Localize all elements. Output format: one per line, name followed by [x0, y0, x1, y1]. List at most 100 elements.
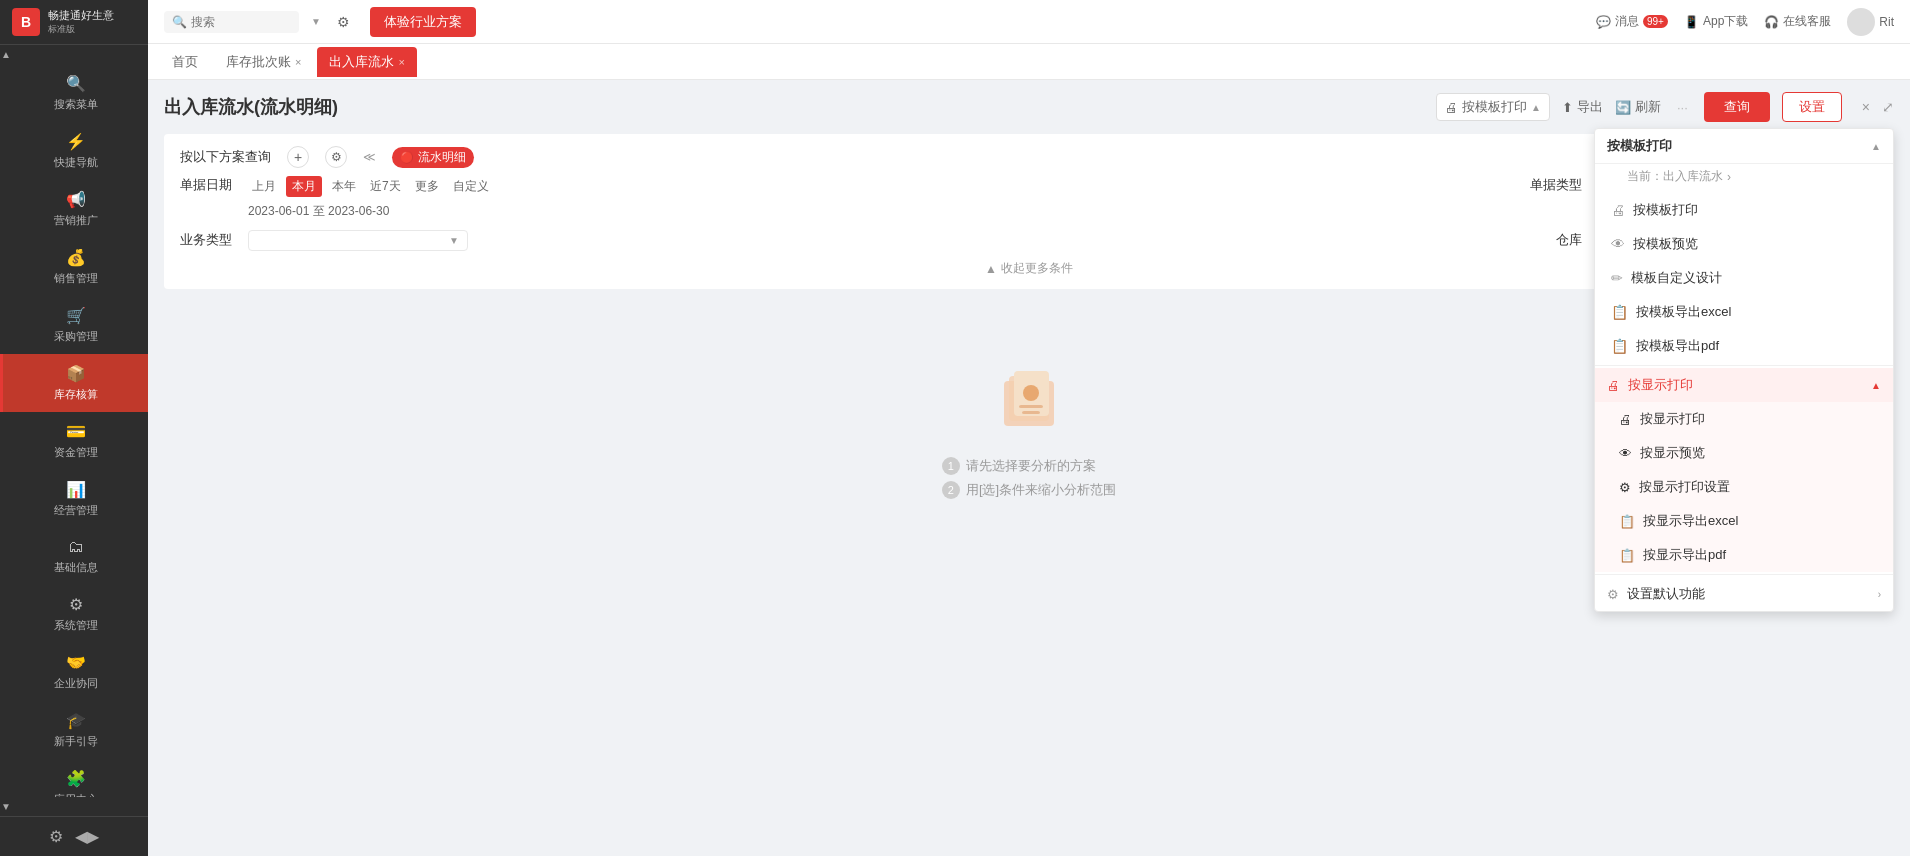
shortcut-icon: ⚡ [66, 132, 86, 151]
date-option-本年[interactable]: 本年 [328, 176, 360, 197]
refresh-icon: 🔄 [1615, 100, 1631, 115]
display-print-label: 🖨 按显示打印 [1607, 376, 1693, 394]
expand-page-icon[interactable]: ⤢ [1882, 99, 1894, 115]
filter-collapse-icon[interactable]: ≪ [363, 150, 376, 164]
item-icon: ✏ [1611, 270, 1623, 286]
biz-type-select[interactable]: ▼ [248, 230, 468, 251]
topbar-search-box[interactable]: 🔍 [164, 11, 299, 33]
tab-库存批次账[interactable]: 库存批次账× [214, 47, 313, 77]
search-dropdown-icon[interactable]: ▼ [311, 16, 321, 27]
collapse-sidebar-icon[interactable]: ◀▶ [75, 827, 99, 846]
item-icon: 📋 [1611, 338, 1628, 354]
display-item-按显示打印设置[interactable]: ⚙按显示打印设置 [1595, 470, 1893, 504]
set-default-footer[interactable]: ⚙ 设置默认功能 › [1595, 577, 1893, 611]
display-item-按显示预览[interactable]: 👁按显示预览 [1595, 436, 1893, 470]
refresh-button[interactable]: 🔄 刷新 [1615, 98, 1661, 116]
dropdown-item-按模板预览[interactable]: 👁按模板预览 [1595, 227, 1893, 261]
item-icon: 👁 [1611, 236, 1625, 252]
current-arrow-icon[interactable]: › [1727, 170, 1731, 184]
settings-button[interactable]: 设置 [1782, 92, 1842, 122]
industry-solution-button[interactable]: 体验行业方案 [370, 7, 476, 37]
sidebar-item-finance[interactable]: 💳资金管理 [0, 412, 148, 470]
sidebar-item-marketing[interactable]: 📢营销推广 [0, 180, 148, 238]
sidebar-menu: 🔍搜索菜单⚡快捷导航📢营销推广💰销售管理🛒采购管理📦库存核算💳资金管理📊经营管理… [0, 64, 148, 797]
print-template-button[interactable]: 🖨 按模板打印 ▲ [1436, 93, 1550, 121]
query-button[interactable]: 查询 [1704, 92, 1770, 122]
filter-tag-icon: 🔴 [400, 151, 414, 164]
sidebar-item-inventory[interactable]: 📦库存核算 [0, 354, 148, 412]
more-actions-icon[interactable]: ··· [1677, 100, 1688, 115]
filter-gear-button[interactable]: ⚙ [325, 146, 347, 168]
svg-rect-4 [1019, 405, 1043, 408]
display-item-按显示导出excel[interactable]: 📋按显示导出excel [1595, 504, 1893, 538]
display-print-icon: 🖨 [1607, 378, 1620, 393]
online-service-action[interactable]: 🎧 在线客服 [1764, 13, 1831, 30]
dropdown-item-按模板导出excel[interactable]: 📋按模板导出excel [1595, 295, 1893, 329]
biz-type-arrow-icon: ▼ [449, 235, 459, 246]
display-item-按显示打印[interactable]: 🖨按显示打印 [1595, 402, 1893, 436]
settings-icon[interactable]: ⚙ [49, 827, 63, 846]
print-dropdown-panel: 按模板打印 ▲ 当前：出入库流水 › 🖨按模板打印👁按模板预览✏模板自定义设计📋… [1594, 128, 1894, 612]
sidebar-item-search[interactable]: 🔍搜索菜单 [0, 64, 148, 122]
date-option-本月[interactable]: 本月 [286, 176, 322, 197]
enterprise-icon: 🤝 [66, 653, 86, 672]
close-page-icon[interactable]: × [1862, 99, 1870, 115]
collapse-icon: ▲ [985, 262, 997, 276]
sidebar-item-guide[interactable]: 🎓新手引导 [0, 701, 148, 759]
sidebar-item-basic[interactable]: 🗂基础信息 [0, 528, 148, 585]
sidebar-item-apps[interactable]: 🧩应用中心 [0, 759, 148, 797]
basic-icon: 🗂 [68, 538, 84, 556]
message-action[interactable]: 💬 消息 99+ [1596, 13, 1668, 30]
sidebar-item-system[interactable]: ⚙系统管理 [0, 585, 148, 643]
search-input[interactable] [191, 15, 291, 29]
sidebar-item-sales[interactable]: 💰销售管理 [0, 238, 148, 296]
display-item-按显示导出pdf[interactable]: 📋按显示导出pdf [1595, 538, 1893, 572]
date-group: 上月本月本年近7天更多自定义 2023-06-01 至 2023-06-30 [248, 176, 493, 220]
message-icon: 💬 [1596, 15, 1611, 29]
search-icon: 🔍 [66, 74, 86, 93]
tab-close-icon[interactable]: × [398, 56, 404, 68]
page-content-area: 出入库流水(流水明细) 🖨 按模板打印 ▲ ⬆ 导出 🔄 刷新 [148, 80, 1910, 856]
biz-type-label: 业务类型 [180, 231, 232, 249]
scroll-down-icon[interactable]: ▼ [1, 801, 11, 812]
user-avatar[interactable]: Rit [1847, 8, 1894, 36]
sidebar-item-shortcut[interactable]: ⚡快捷导航 [0, 122, 148, 180]
dropdown-current: 当前：出入库流水 › [1595, 164, 1893, 193]
dropdown-item-按模板打印[interactable]: 🖨按模板打印 [1595, 193, 1893, 227]
sidebar-item-enterprise[interactable]: 🤝企业协同 [0, 643, 148, 701]
finance-icon: 💳 [66, 422, 86, 441]
phone-icon: 📱 [1684, 15, 1699, 29]
tab-出入库流水[interactable]: 出入库流水× [317, 47, 416, 77]
svg-rect-5 [1022, 411, 1040, 414]
dropdown-expand-icon[interactable]: ▲ [1871, 141, 1881, 152]
sidebar-item-purchase[interactable]: 🛒采购管理 [0, 296, 148, 354]
filter-add-button[interactable]: + [287, 146, 309, 168]
sales-icon: 💰 [66, 248, 86, 267]
dropdown-item-模板自定义设计[interactable]: ✏模板自定义设计 [1595, 261, 1893, 295]
date-option-近7天[interactable]: 近7天 [366, 176, 405, 197]
marketing-icon: 📢 [66, 190, 86, 209]
scroll-up-icon[interactable]: ▲ [1, 49, 11, 60]
topbar-gear-icon[interactable]: ⚙ [337, 14, 350, 30]
display-item-icon: 🖨 [1619, 412, 1632, 427]
date-option-上月[interactable]: 上月 [248, 176, 280, 197]
sidebar-item-operation[interactable]: 📊经营管理 [0, 470, 148, 528]
export-button[interactable]: ⬆ 导出 [1562, 98, 1603, 116]
avatar-image [1847, 8, 1875, 36]
empty-step-1: 1 请先选择要分析的方案 [942, 457, 1116, 475]
display-item-icon: 📋 [1619, 514, 1635, 529]
dropdown-item-按模板导出pdf[interactable]: 📋按模板导出pdf [1595, 329, 1893, 363]
display-print-section[interactable]: 🖨 按显示打印 ▲ [1595, 368, 1893, 402]
tab-close-icon[interactable]: × [295, 56, 301, 68]
app-logo-icon: B [12, 8, 40, 36]
filter-label: 按以下方案查询 [180, 148, 271, 166]
date-option-自定义[interactable]: 自定义 [449, 176, 493, 197]
empty-step-2: 2 用[选]条件来缩小分析范围 [942, 481, 1116, 499]
filter-active-tag[interactable]: 🔴 流水明细 [392, 147, 474, 168]
date-option-更多[interactable]: 更多 [411, 176, 443, 197]
app-download-action[interactable]: 📱 App下载 [1684, 13, 1748, 30]
sidebar-logo: B 畅捷通好生意 标准版 [0, 0, 148, 45]
tab-首页[interactable]: 首页 [160, 47, 210, 77]
date-options-row: 上月本月本年近7天更多自定义 [248, 176, 493, 197]
tab-bar: 首页库存批次账×出入库流水× [148, 44, 1910, 80]
